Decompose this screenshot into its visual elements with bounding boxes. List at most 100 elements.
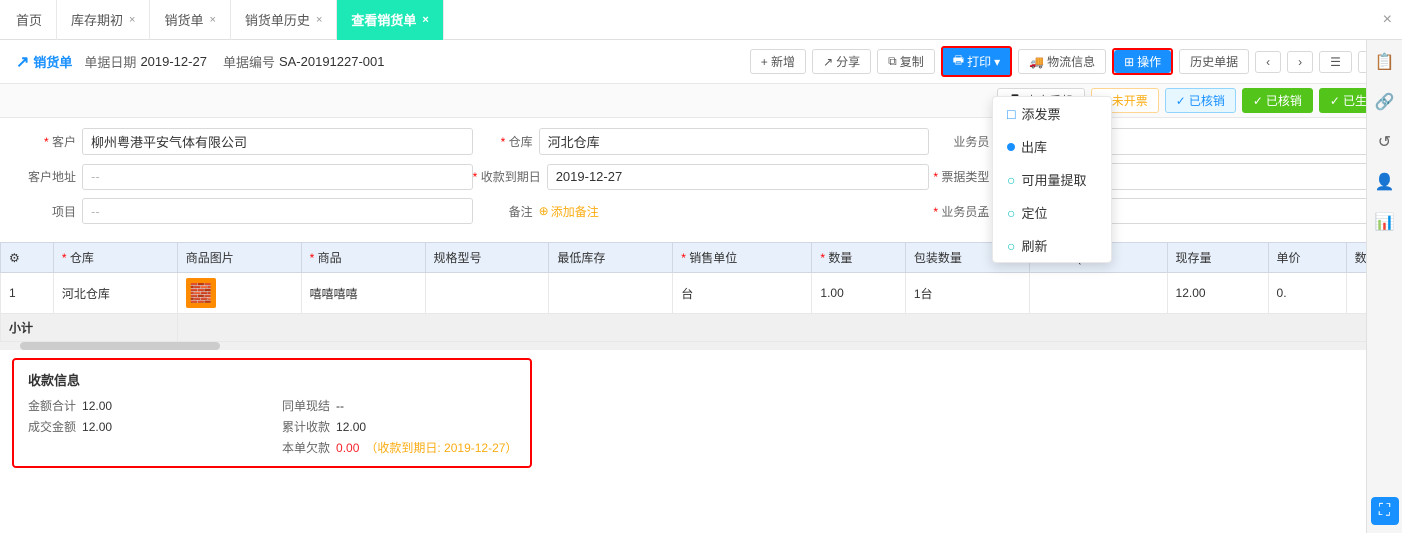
cumulative-label: 累计收款: [282, 418, 330, 435]
col-qty: 数量: [812, 243, 905, 273]
payment-grid: 金额合计 12.00 同单现结 -- 成交金额 12.00 累计收款 12.00…: [28, 397, 516, 456]
close-tab-inventory[interactable]: ×: [129, 14, 135, 26]
new-button[interactable]: + 新增: [750, 49, 806, 74]
doc-date-field: 单据日期 2019-12-27: [84, 52, 207, 71]
plus-icon: ⊕: [539, 204, 549, 218]
close-all-icon[interactable]: ×: [1383, 11, 1392, 29]
tab-home[interactable]: 首页: [8, 0, 57, 40]
operate-button[interactable]: ⊞ 操作: [1114, 50, 1171, 73]
sidebar-icon-link[interactable]: 🔗: [1371, 88, 1399, 116]
tab-view-sales[interactable]: 查看销货单 ×: [337, 0, 443, 40]
warehouse-field: 仓库 河北仓库: [473, 128, 930, 155]
effective-icon: ✓: [1330, 94, 1340, 108]
share-icon: ↗: [823, 55, 833, 69]
form-row-3: 项目 -- 备注 ⊕ 添加备注 业务员孟 --: [16, 198, 1386, 224]
outbound-dot: [1007, 143, 1015, 151]
menu-item-outbound[interactable]: 出库: [993, 130, 1111, 163]
cumulative-value: 12.00: [336, 420, 366, 434]
history-button[interactable]: 历史单据: [1179, 49, 1249, 74]
sidebar-icon-doc[interactable]: 📋: [1371, 48, 1399, 76]
deal-amount-label: 成交金额: [28, 418, 76, 435]
owed-label: 本单欠款: [282, 439, 330, 456]
sidebar-icon-chart[interactable]: 📊: [1371, 208, 1399, 236]
doc-type-label: ↗ 销货单: [12, 52, 72, 72]
sidebar-icon-user[interactable]: 👤: [1371, 168, 1399, 196]
form-row-1: 客户 柳州粤港平安气体有限公司 仓库 河北仓库 业务员 演示账号: [16, 128, 1386, 155]
close-tab-history[interactable]: ×: [316, 14, 322, 26]
address-value[interactable]: --: [82, 164, 473, 190]
available-icon: ○: [1007, 172, 1015, 188]
nav-prev-button[interactable]: ‹: [1255, 51, 1281, 73]
col-stock: 现存量: [1167, 243, 1268, 273]
salesperson-label: 业务员孟: [929, 203, 989, 220]
address-field: 客户地址 --: [16, 164, 473, 190]
owed-note: （收款到期日: 2019-12-27）: [365, 439, 516, 456]
menu-item-add-invoice[interactable]: □ 添发票: [993, 97, 1111, 130]
invoice-icon: □: [1007, 106, 1015, 122]
col-warehouse: 仓库: [53, 243, 177, 273]
same-settle-value: --: [336, 399, 344, 413]
toolbar: ↗ 销货单 单据日期 2019-12-27 单据编号 SA-20191227-0…: [0, 40, 1402, 84]
print-button[interactable]: 🖶 打印 ▾: [941, 46, 1012, 77]
row-stock: 12.00: [1167, 273, 1268, 314]
operate-icon: ⊞: [1124, 55, 1134, 69]
sidebar-icon-expand[interactable]: ⛶: [1371, 497, 1399, 525]
row-product: 嘻嘻嘻嘻: [301, 273, 425, 314]
sidebar-icon-refresh[interactable]: ↺: [1371, 128, 1399, 156]
scrollbar-thumb[interactable]: [20, 342, 220, 350]
row-pkg-qty: 1台: [905, 273, 1029, 314]
table-scrollbar[interactable]: [0, 342, 1402, 350]
locate-icon: ○: [1007, 205, 1015, 221]
payment-date-value[interactable]: 2019-12-27: [547, 164, 930, 190]
customer-value[interactable]: 柳州粤港平安气体有限公司: [82, 128, 473, 155]
ticket-label: 票据类型: [929, 168, 989, 185]
sold-btn[interactable]: ✓ 已核销: [1242, 88, 1313, 113]
row-unit: 台: [673, 273, 812, 314]
warehouse-value[interactable]: 河北仓库: [539, 128, 930, 155]
cumulative-item: 累计收款 12.00: [282, 418, 516, 435]
close-tab-sales[interactable]: ×: [209, 14, 215, 26]
doc-info: 单据日期 2019-12-27 单据编号 SA-20191227-001: [84, 52, 745, 71]
total-value: 12.00: [82, 399, 112, 413]
nav-next-button[interactable]: ›: [1287, 51, 1313, 73]
table-wrapper: ⚙ 仓库 商品图片 商品 规格型号 最低库存 销售单位 数量 包装数量 可用量 …: [0, 242, 1402, 350]
logistics-button[interactable]: 🚚 物流信息: [1018, 49, 1106, 74]
row-available: [1029, 273, 1167, 314]
tab-sales-history[interactable]: 销货单历史 ×: [231, 0, 337, 40]
check-btn[interactable]: ✓ 已核销: [1165, 88, 1236, 113]
menu-item-locate[interactable]: ○ 定位: [993, 196, 1111, 229]
staff-label: 业务员: [929, 133, 989, 150]
product-table: ⚙ 仓库 商品图片 商品 规格型号 最低库存 销售单位 数量 包装数量 可用量 …: [0, 242, 1402, 342]
close-tab-view[interactable]: ×: [422, 14, 428, 26]
col-product: 商品: [301, 243, 425, 273]
tab-sales-order[interactable]: 销货单 ×: [150, 0, 230, 40]
subtotal-label: 小计: [1, 314, 178, 342]
menu-item-available[interactable]: ○ 可用量提取: [993, 163, 1111, 196]
payment-info-box: 收款信息 金额合计 12.00 同单现结 -- 成交金额 12.00 累计收款 …: [12, 358, 532, 468]
logistics-icon: 🚚: [1029, 55, 1044, 69]
copy-icon: ⧉: [888, 54, 897, 69]
share-button[interactable]: ↗ 分享: [812, 49, 871, 74]
row-min-stock: [549, 273, 673, 314]
payment-title: 收款信息: [28, 370, 516, 389]
payment-date-label: 收款到期日: [473, 168, 541, 185]
warehouse-label: 仓库: [473, 133, 533, 150]
tab-inventory-init[interactable]: 库存期初 ×: [57, 0, 150, 40]
total-amount-item: 金额合计 12.00: [28, 397, 262, 414]
col-min-stock: 最低库存: [549, 243, 673, 273]
owed-item: 本单欠款 0.00 （收款到期日: 2019-12-27）: [282, 439, 516, 456]
copy-button[interactable]: ⧉ 复制: [877, 49, 935, 74]
view-list-button[interactable]: ☰: [1319, 51, 1352, 73]
sold-icon: ✓: [1253, 94, 1263, 108]
project-value[interactable]: --: [82, 198, 473, 224]
add-note-btn[interactable]: ⊕ 添加备注: [539, 203, 599, 220]
row-price: 0.: [1268, 273, 1346, 314]
same-settle-label: 同单现结: [282, 397, 330, 414]
tab-bar: 首页 库存期初 × 销货单 × 销货单历史 × 查看销货单 × ×: [0, 0, 1402, 40]
doc-no-field: 单据编号 SA-20191227-001: [223, 52, 385, 71]
check-icon: ✓: [1176, 94, 1186, 108]
row-warehouse: 河北仓库: [53, 273, 177, 314]
menu-item-refresh[interactable]: ○ 刷新: [993, 229, 1111, 262]
toolbar-right: + 新增 ↗ 分享 ⧉ 复制 🖶 打印 ▾ 🚚 物流信息 ⊞ 操作: [750, 46, 1390, 77]
project-field: 项目 --: [16, 198, 473, 224]
